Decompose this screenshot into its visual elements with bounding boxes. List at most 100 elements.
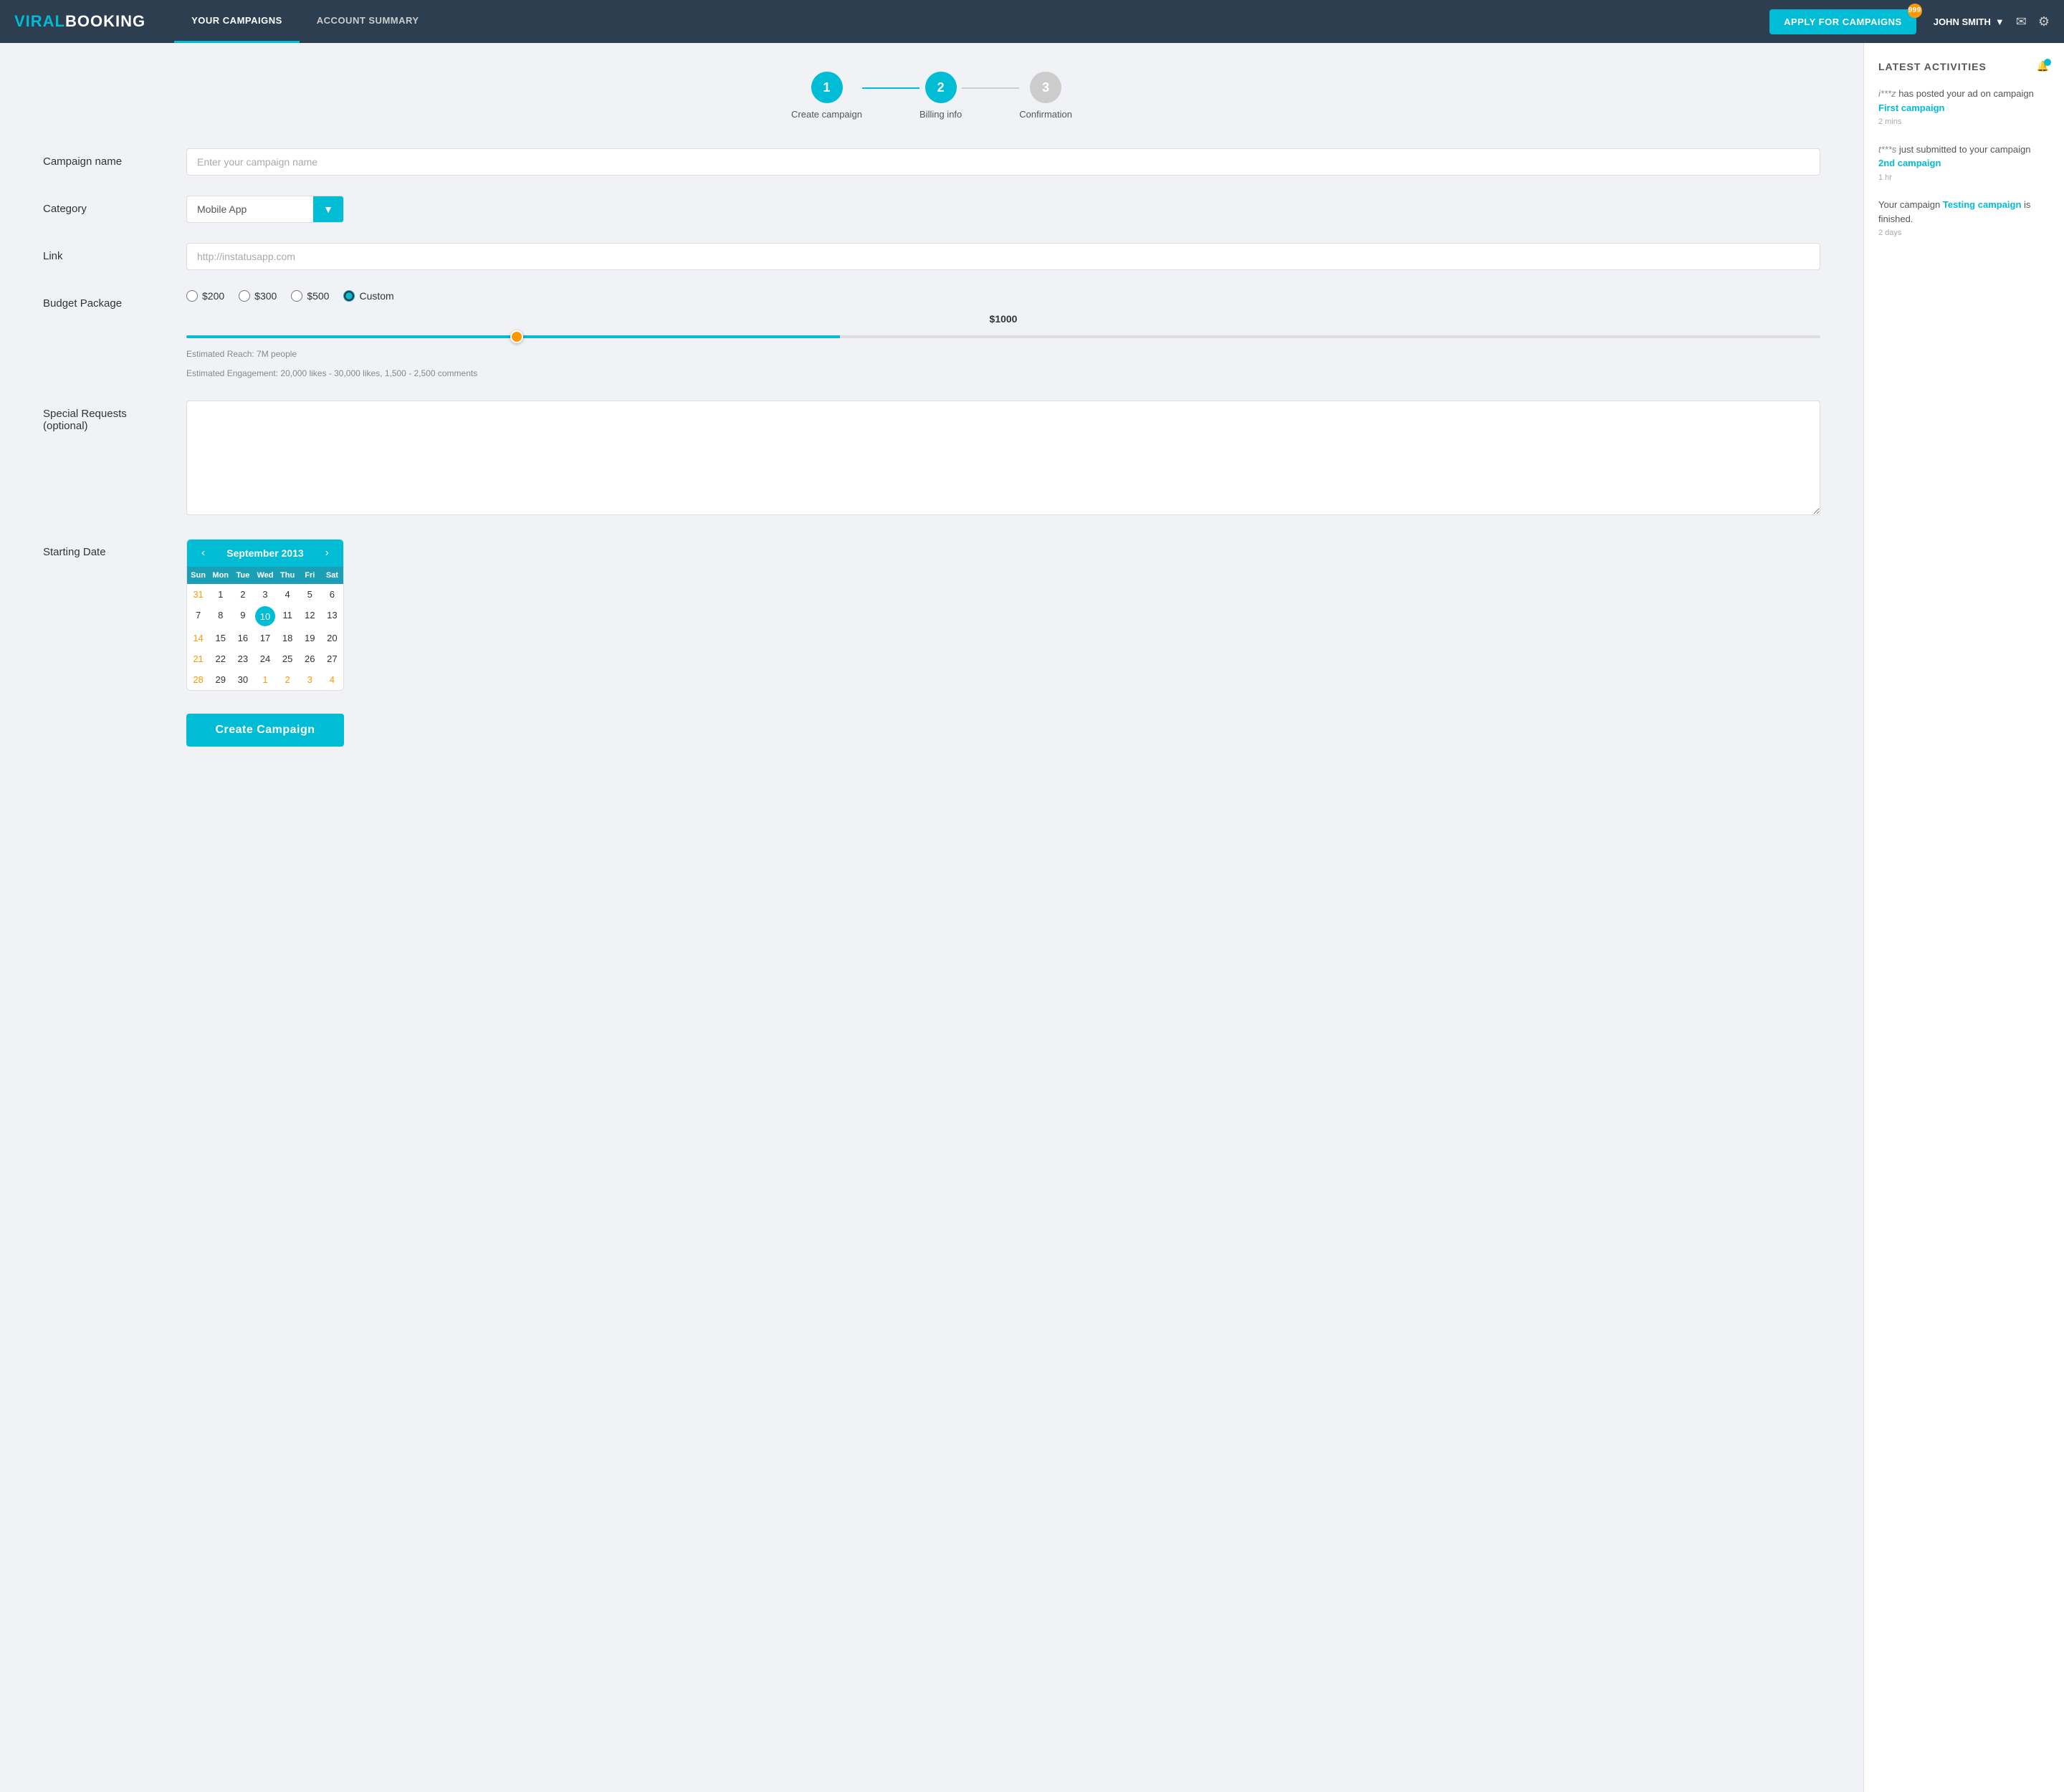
- campaign-name-label: Campaign name: [43, 148, 186, 168]
- cal-cell-4-4[interactable]: 2: [277, 669, 299, 690]
- cal-cell-4-3[interactable]: 1: [254, 669, 276, 690]
- nav-tab-account-summary[interactable]: ACCOUNT SUMMARY: [300, 0, 436, 43]
- cal-cell-3-0[interactable]: 21: [187, 648, 209, 669]
- cal-cell-1-4[interactable]: 11: [277, 605, 299, 628]
- content-area: 1 Create campaign 2 Billing info 3 Confi…: [0, 43, 1863, 1792]
- step-2: 2 Billing info: [919, 72, 962, 120]
- notification-bell[interactable]: 🔔: [2037, 60, 2050, 72]
- cal-cell-2-5[interactable]: 19: [299, 628, 321, 648]
- cal-cell-1-3[interactable]: 10: [255, 606, 275, 626]
- cal-cell-1-1[interactable]: 8: [209, 605, 231, 628]
- cal-cell-0-0[interactable]: 31: [187, 584, 209, 605]
- budget-option-300[interactable]: $300: [239, 290, 277, 302]
- step-1-circle: 1: [811, 72, 843, 103]
- calendar-body: 3112345678910111213141516171819202122232…: [187, 584, 343, 690]
- cal-cell-0-4[interactable]: 4: [277, 584, 299, 605]
- step-1: 1 Create campaign: [791, 72, 862, 120]
- calendar-day-names: Sun Mon Tue Wed Thu Fri Sat: [187, 567, 343, 584]
- cal-day-sun: Sun: [187, 567, 209, 584]
- cal-cell-3-4[interactable]: 25: [277, 648, 299, 669]
- cal-day-thu: Thu: [277, 567, 299, 584]
- apply-for-campaigns-button[interactable]: APPLY FOR CAMPAIGNS 999: [1769, 9, 1916, 34]
- cal-day-mon: Mon: [209, 567, 231, 584]
- calendar: ‹ September 2013 › Sun Mon Tue Wed Thu F…: [186, 539, 344, 691]
- cal-day-sat: Sat: [321, 567, 343, 584]
- cal-day-fri: Fri: [299, 567, 321, 584]
- cal-cell-4-5[interactable]: 3: [299, 669, 321, 690]
- settings-icon[interactable]: ⚙: [2038, 14, 2050, 29]
- slider-value: $1000: [186, 313, 1820, 325]
- cal-cell-4-0[interactable]: 28: [187, 669, 209, 690]
- cal-cell-1-5[interactable]: 12: [299, 605, 321, 628]
- sidebar-title: LATEST ACTIVITIES 🔔: [1878, 60, 2050, 72]
- category-value: Mobile App: [187, 196, 313, 222]
- category-group: Category Mobile App ▼: [43, 196, 1820, 223]
- special-requests-label: Special Requests (optional): [43, 401, 186, 432]
- budget-slider[interactable]: [186, 335, 1820, 338]
- budget-option-custom[interactable]: Custom: [343, 290, 393, 302]
- cal-cell-3-2[interactable]: 23: [231, 648, 254, 669]
- cal-cell-2-3[interactable]: 17: [254, 628, 276, 648]
- nav-tabs: YOUR CAMPAIGNS ACCOUNT SUMMARY: [174, 0, 436, 43]
- stepper: 1 Create campaign 2 Billing info 3 Confi…: [43, 72, 1820, 120]
- step-1-label: Create campaign: [791, 109, 862, 120]
- logo-booking: BOOKING: [65, 12, 145, 30]
- special-requests-group: Special Requests (optional): [43, 401, 1820, 519]
- special-requests-textarea[interactable]: [186, 401, 1820, 515]
- activity-1-time: 2 mins: [1878, 116, 2050, 128]
- cal-cell-2-0[interactable]: 14: [187, 628, 209, 648]
- campaign-name-input[interactable]: [186, 148, 1820, 176]
- category-select[interactable]: Mobile App ▼: [186, 196, 344, 223]
- step-line-1-2: [862, 87, 919, 89]
- cal-cell-1-2[interactable]: 9: [231, 605, 254, 628]
- header-right: JOHN SMITH ▼ ✉ ⚙: [1934, 14, 2050, 29]
- step-2-circle: 2: [925, 72, 957, 103]
- activity-2-time: 1 hr: [1878, 172, 2050, 184]
- budget-slider-wrap: $1000 Estimated Reach: 7M people Estimat…: [186, 313, 1820, 380]
- logo: VIRALBOOKING: [14, 12, 145, 31]
- cal-cell-0-5[interactable]: 5: [299, 584, 321, 605]
- cal-week-3: 14151617181920: [187, 628, 343, 648]
- budget-option-500[interactable]: $500: [291, 290, 329, 302]
- cal-cell-3-3[interactable]: 24: [254, 648, 276, 669]
- cal-cell-0-1[interactable]: 1: [209, 584, 231, 605]
- cal-cell-3-6[interactable]: 27: [321, 648, 343, 669]
- cal-cell-0-2[interactable]: 2: [231, 584, 254, 605]
- cal-cell-1-6[interactable]: 13: [321, 605, 343, 628]
- estimated-engagement: Estimated Engagement: 20,000 likes - 30,…: [186, 367, 1820, 380]
- sidebar: LATEST ACTIVITIES 🔔 i***z has posted you…: [1863, 43, 2064, 1792]
- step-line-2-3: [962, 87, 1019, 89]
- cal-cell-3-1[interactable]: 22: [209, 648, 231, 669]
- cal-cell-0-3[interactable]: 3: [254, 584, 276, 605]
- cal-cell-2-2[interactable]: 16: [231, 628, 254, 648]
- link-input[interactable]: [186, 243, 1820, 270]
- cal-cell-3-5[interactable]: 26: [299, 648, 321, 669]
- cal-cell-2-4[interactable]: 18: [277, 628, 299, 648]
- category-dropdown-button[interactable]: ▼: [313, 196, 343, 222]
- cal-cell-2-6[interactable]: 20: [321, 628, 343, 648]
- cal-cell-4-6[interactable]: 4: [321, 669, 343, 690]
- activity-2-campaign-link[interactable]: 2nd campaign: [1878, 158, 1941, 168]
- link-label: Link: [43, 243, 186, 262]
- cal-day-wed: Wed: [254, 567, 276, 584]
- calendar-next-button[interactable]: ›: [322, 547, 332, 560]
- step-2-label: Billing info: [919, 109, 962, 120]
- cal-cell-4-2[interactable]: 30: [231, 669, 254, 690]
- create-campaign-button[interactable]: Create Campaign: [186, 714, 344, 747]
- cal-cell-0-6[interactable]: 6: [321, 584, 343, 605]
- activity-1-campaign-link[interactable]: First campaign: [1878, 102, 1944, 113]
- activity-2-user: t***s: [1878, 144, 1896, 155]
- step-3-circle: 3: [1030, 72, 1061, 103]
- cal-cell-1-0[interactable]: 7: [187, 605, 209, 628]
- user-menu[interactable]: JOHN SMITH ▼: [1934, 16, 2005, 27]
- mail-icon[interactable]: ✉: [2016, 14, 2027, 29]
- cal-cell-4-1[interactable]: 29: [209, 669, 231, 690]
- cal-cell-2-1[interactable]: 15: [209, 628, 231, 648]
- step-3-label: Confirmation: [1019, 109, 1072, 120]
- activity-3-campaign-link[interactable]: Testing campaign: [1943, 199, 2022, 210]
- activity-item-1: i***z has posted your ad on campaign Fir…: [1878, 87, 2050, 128]
- budget-option-200[interactable]: $200: [186, 290, 224, 302]
- starting-date-group: Starting Date ‹ September 2013 › Sun Mon…: [43, 539, 1820, 691]
- nav-tab-your-campaigns[interactable]: YOUR CAMPAIGNS: [174, 0, 300, 43]
- calendar-prev-button[interactable]: ‹: [199, 547, 208, 560]
